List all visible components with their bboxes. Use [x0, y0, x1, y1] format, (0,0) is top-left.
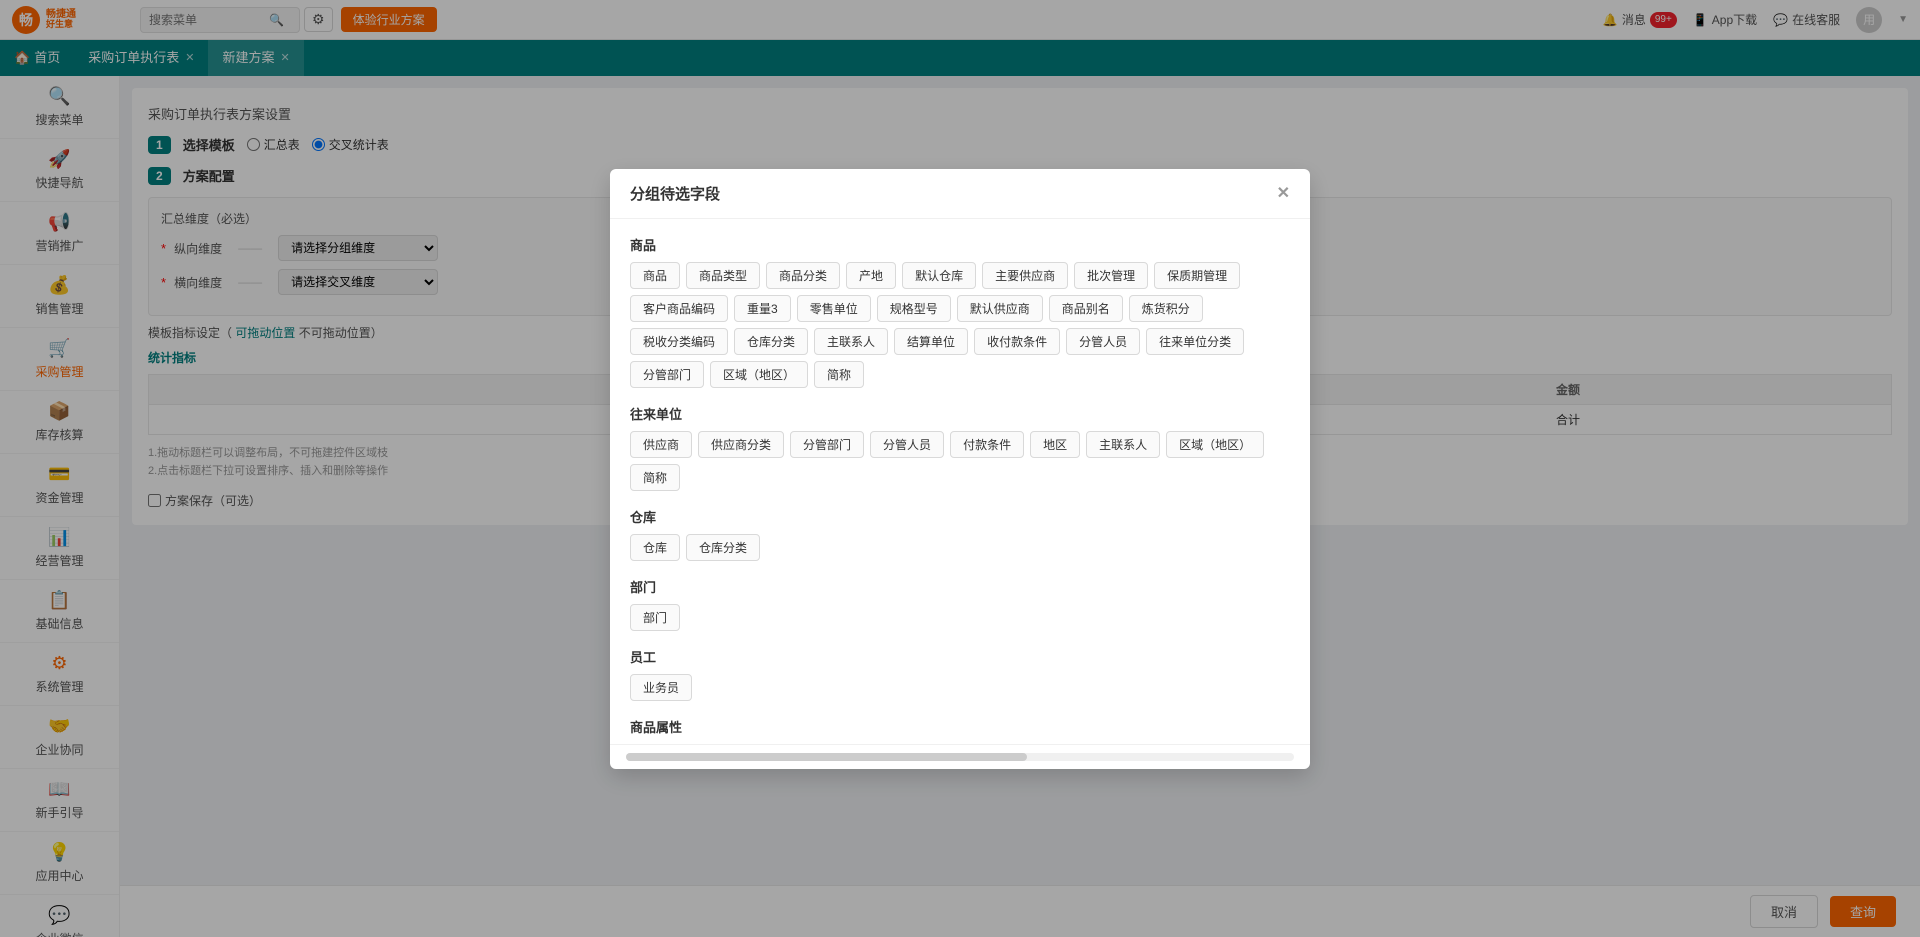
- horizontal-scrollbar[interactable]: [626, 753, 1294, 761]
- modal: 分组待选字段 ✕ 商品 商品 商品类型 商品分类 产地 默认仓库 主要供应商 批…: [610, 169, 1310, 769]
- tag-partner-5[interactable]: 地区: [1030, 431, 1080, 458]
- tag-employee-0[interactable]: 业务员: [630, 674, 692, 701]
- tag-partner-0[interactable]: 供应商: [630, 431, 692, 458]
- tag-goods-0[interactable]: 商品: [630, 262, 680, 289]
- modal-overlay[interactable]: 分组待选字段 ✕ 商品 商品 商品类型 商品分类 产地 默认仓库 主要供应商 批…: [0, 0, 1920, 937]
- tag-goods-13[interactable]: 商品别名: [1049, 295, 1123, 322]
- department-tags: 部门: [630, 604, 1290, 631]
- section-product-attr-title: 商品属性: [630, 717, 1290, 736]
- section-department-title: 部门: [630, 577, 1290, 596]
- tag-goods-22[interactable]: 分管部门: [630, 361, 704, 388]
- employee-tags: 业务员: [630, 674, 1290, 701]
- tag-goods-6[interactable]: 批次管理: [1074, 262, 1148, 289]
- tag-goods-17[interactable]: 主联系人: [814, 328, 888, 355]
- tag-department-0[interactable]: 部门: [630, 604, 680, 631]
- section-goods-title: 商品: [630, 235, 1290, 254]
- section-partner: 往来单位 供应商 供应商分类 分管部门 分管人员 付款条件 地区 主联系人 区域…: [630, 404, 1290, 491]
- tag-goods-8[interactable]: 客户商品编码: [630, 295, 728, 322]
- modal-body: 商品 商品 商品类型 商品分类 产地 默认仓库 主要供应商 批次管理 保质期管理…: [610, 219, 1310, 744]
- tag-goods-12[interactable]: 默认供应商: [957, 295, 1043, 322]
- section-goods: 商品 商品 商品类型 商品分类 产地 默认仓库 主要供应商 批次管理 保质期管理…: [630, 235, 1290, 388]
- section-product-attr: 商品属性 属性 颜色 多规格 尺码 鞋码 1: [630, 717, 1290, 744]
- tag-partner-8[interactable]: 简称: [630, 464, 680, 491]
- tag-partner-3[interactable]: 分管人员: [870, 431, 944, 458]
- tag-goods-20[interactable]: 分管人员: [1066, 328, 1140, 355]
- partner-tags: 供应商 供应商分类 分管部门 分管人员 付款条件 地区 主联系人 区域（地区） …: [630, 431, 1290, 491]
- tag-partner-7[interactable]: 区域（地区）: [1166, 431, 1264, 458]
- section-warehouse-title: 仓库: [630, 507, 1290, 526]
- tag-goods-9[interactable]: 重量3: [734, 295, 791, 322]
- section-warehouse: 仓库 仓库 仓库分类: [630, 507, 1290, 561]
- tag-partner-1[interactable]: 供应商分类: [698, 431, 784, 458]
- modal-title: 分组待选字段: [630, 183, 720, 204]
- tag-warehouse-0[interactable]: 仓库: [630, 534, 680, 561]
- tag-goods-18[interactable]: 结算单位: [894, 328, 968, 355]
- section-partner-title: 往来单位: [630, 404, 1290, 423]
- tag-goods-23[interactable]: 区域（地区）: [710, 361, 808, 388]
- section-employee: 员工 业务员: [630, 647, 1290, 701]
- tag-goods-21[interactable]: 往来单位分类: [1146, 328, 1244, 355]
- tag-goods-19[interactable]: 收付款条件: [974, 328, 1060, 355]
- modal-header: 分组待选字段 ✕: [610, 169, 1310, 219]
- modal-scrollbar-area: [610, 744, 1310, 769]
- tag-goods-7[interactable]: 保质期管理: [1154, 262, 1240, 289]
- tag-goods-16[interactable]: 仓库分类: [734, 328, 808, 355]
- tag-goods-24[interactable]: 简称: [814, 361, 864, 388]
- tag-goods-2[interactable]: 商品分类: [766, 262, 840, 289]
- tag-warehouse-1[interactable]: 仓库分类: [686, 534, 760, 561]
- section-department: 部门 部门: [630, 577, 1290, 631]
- section-employee-title: 员工: [630, 647, 1290, 666]
- modal-close-button[interactable]: ✕: [1277, 183, 1290, 203]
- tag-partner-2[interactable]: 分管部门: [790, 431, 864, 458]
- tag-partner-6[interactable]: 主联系人: [1086, 431, 1160, 458]
- tag-goods-10[interactable]: 零售单位: [797, 295, 871, 322]
- tag-goods-14[interactable]: 炼货积分: [1129, 295, 1203, 322]
- tag-goods-15[interactable]: 税收分类编码: [630, 328, 728, 355]
- tag-partner-4[interactable]: 付款条件: [950, 431, 1024, 458]
- warehouse-tags: 仓库 仓库分类: [630, 534, 1290, 561]
- tag-goods-5[interactable]: 主要供应商: [982, 262, 1068, 289]
- tag-goods-1[interactable]: 商品类型: [686, 262, 760, 289]
- goods-tags: 商品 商品类型 商品分类 产地 默认仓库 主要供应商 批次管理 保质期管理 客户…: [630, 262, 1290, 388]
- tag-goods-11[interactable]: 规格型号: [877, 295, 951, 322]
- tag-goods-4[interactable]: 默认仓库: [902, 262, 976, 289]
- tag-goods-3[interactable]: 产地: [846, 262, 896, 289]
- scrollbar-thumb[interactable]: [626, 753, 1027, 761]
